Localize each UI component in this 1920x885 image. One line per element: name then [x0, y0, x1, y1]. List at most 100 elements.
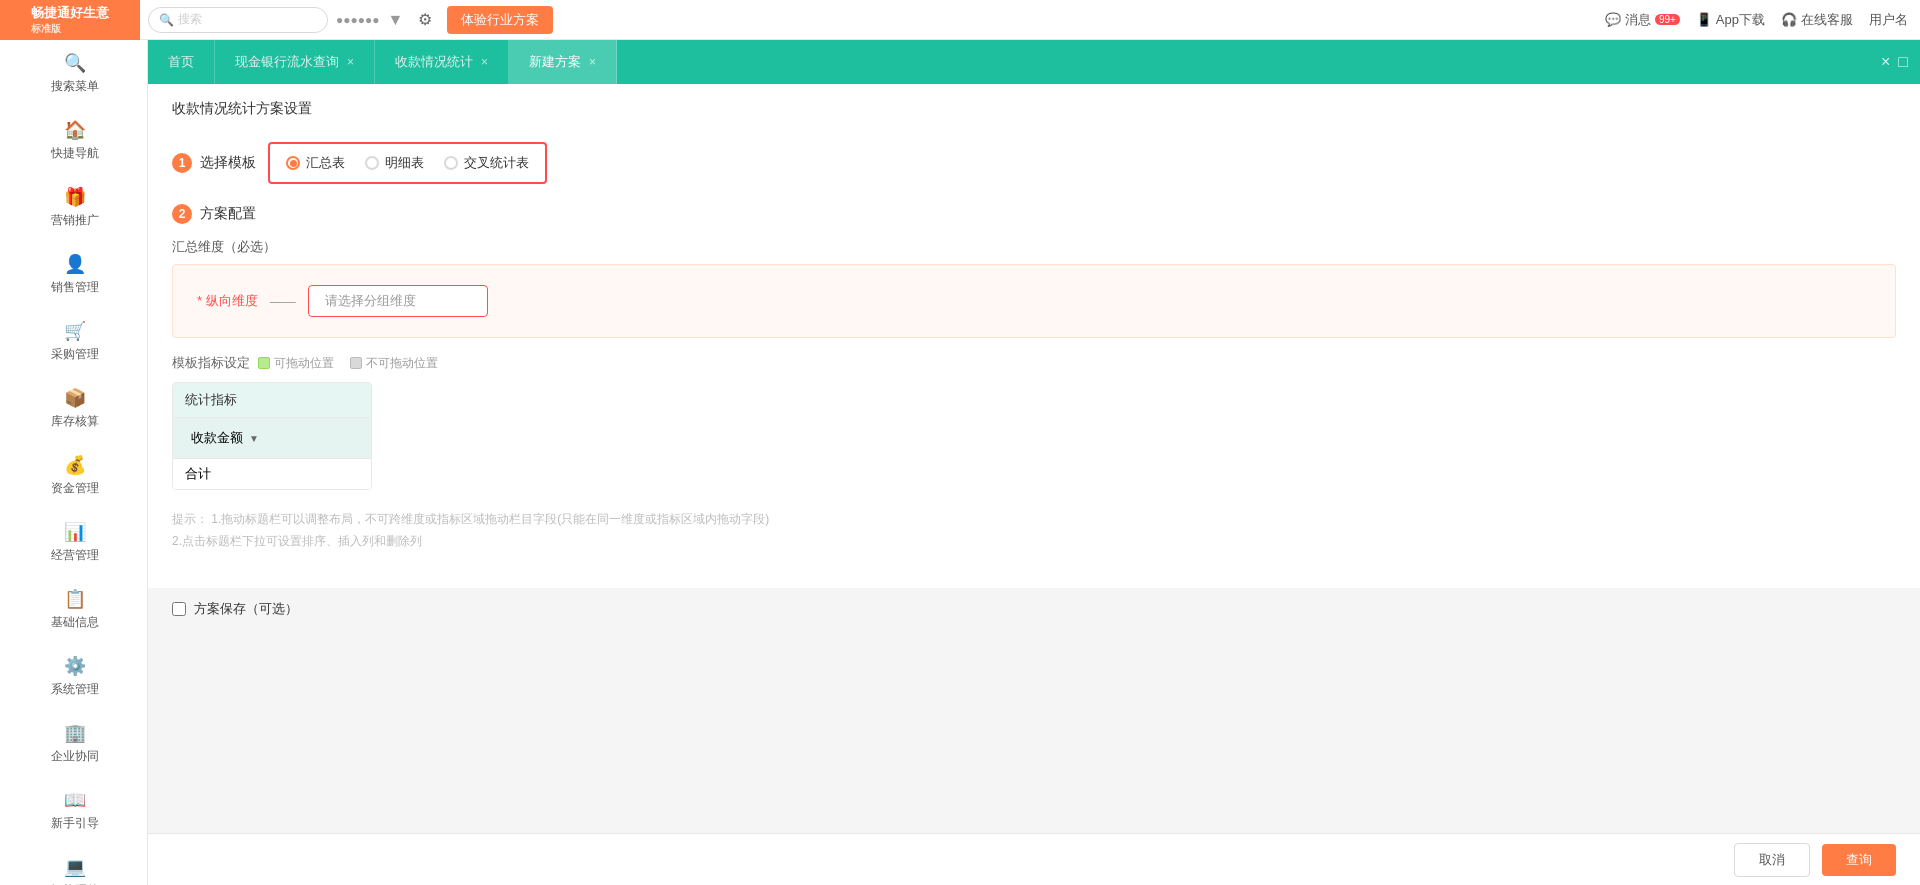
- summary-dimension-title: 汇总维度（必选）: [172, 238, 1896, 256]
- sidebar-item-inventory[interactable]: 📦 库存核算: [0, 375, 147, 442]
- query-button[interactable]: 查询: [1822, 844, 1896, 876]
- search-menu-icon: 🔍: [64, 52, 86, 74]
- section-scheme: 2 方案配置 汇总维度（必选） 纵向维度 —— 请选择分组维度: [172, 204, 1896, 552]
- metric-tag-label: 收款金额: [191, 429, 243, 447]
- dimension-area: 纵向维度 —— 请选择分组维度: [172, 264, 1896, 338]
- save-checkbox[interactable]: [172, 602, 186, 616]
- section1-title-row: 1 选择模板: [172, 153, 256, 173]
- dimension-input[interactable]: 请选择分组维度: [308, 285, 488, 317]
- content-area: 首页 现金银行流水查询 × 收款情况统计 × 新建方案 × × □ 收款情况统计…: [148, 40, 1920, 885]
- service-icon: 🎧: [1781, 12, 1797, 27]
- metric-tag[interactable]: 收款金额 ▼: [181, 424, 363, 452]
- sidebar-item-nav[interactable]: 🏠 快捷导航: [0, 107, 147, 174]
- user-icon: 👤: [64, 253, 86, 275]
- radio-summary[interactable]: 汇总表: [286, 154, 345, 172]
- sidebar-item-enterprise[interactable]: 🏢 企业协同: [0, 710, 147, 777]
- radio-cross-label: 交叉统计表: [464, 154, 529, 172]
- dropdown-icon[interactable]: ▼: [388, 11, 404, 29]
- download-btn[interactable]: 📱 App下载: [1696, 11, 1765, 29]
- message-label: 消息: [1625, 11, 1651, 29]
- section2-num: 2: [172, 204, 192, 224]
- hardware-icon: 💻: [64, 856, 86, 878]
- metric-total-row: 合计: [173, 458, 371, 489]
- tab-cashflow-label: 现金银行流水查询: [235, 53, 339, 71]
- service-btn[interactable]: 🎧 在线客服: [1781, 11, 1853, 29]
- hint-text-2: 2.点击标题栏下拉可设置排序、插入列和删除列: [172, 531, 1896, 553]
- sidebar-item-basic[interactable]: 📋 基础信息: [0, 576, 147, 643]
- save-section: 方案保存（可选）: [148, 588, 1920, 630]
- sidebar-item-system[interactable]: ⚙️ 系统管理: [0, 643, 147, 710]
- breadcrumb-nav: ●●●●●●: [336, 13, 380, 27]
- sidebar-item-label: 资金管理: [51, 480, 99, 497]
- metric-table: 统计指标 收款金额 ▼ 合计: [172, 382, 372, 490]
- section2-header: 2 方案配置: [172, 204, 1896, 224]
- sidebar-item-search[interactable]: 🔍 搜索菜单: [0, 40, 147, 107]
- radio-detail[interactable]: 明细表: [365, 154, 424, 172]
- radio-cross[interactable]: 交叉统计表: [444, 154, 529, 172]
- sidebar-item-label: 快捷导航: [51, 145, 99, 162]
- tab-collection-close[interactable]: ×: [481, 55, 488, 69]
- sidebar-item-label: 营销推广: [51, 212, 99, 229]
- tab-new-scheme[interactable]: 新建方案 ×: [509, 40, 617, 84]
- tab-close-window[interactable]: ×: [1881, 53, 1890, 71]
- metric-tag-row: 收款金额 ▼: [173, 418, 371, 458]
- service-label: 在线客服: [1801, 11, 1853, 29]
- non-draggable-legend: 不可拖动位置: [350, 355, 438, 372]
- box-icon: 📦: [64, 387, 86, 409]
- cancel-button[interactable]: 取消: [1734, 843, 1810, 877]
- sidebar-item-label: 企业协同: [51, 748, 99, 765]
- sidebar-item-purchase[interactable]: 🛒 采购管理: [0, 308, 147, 375]
- tab-actions: × □: [1881, 53, 1920, 71]
- gear-icon: ⚙️: [64, 655, 86, 677]
- top-right-actions: 💬 消息 99+ 📱 App下载 🎧 在线客服 用户名: [1605, 11, 1908, 29]
- sidebar-item-sales[interactable]: 👤 销售管理: [0, 241, 147, 308]
- metric-total-label: 合计: [185, 466, 211, 481]
- sidebar-item-finance[interactable]: 💰 资金管理: [0, 442, 147, 509]
- message-icon: 💬: [1605, 12, 1621, 27]
- message-btn[interactable]: 💬 消息 99+: [1605, 11, 1680, 29]
- sidebar-item-operation[interactable]: 📊 经营管理: [0, 509, 147, 576]
- clipboard-icon: 📋: [64, 588, 86, 610]
- metric-chevron-icon: ▼: [249, 433, 259, 444]
- section1-title: 选择模板: [200, 154, 256, 172]
- gift-icon: 🎁: [64, 186, 86, 208]
- app-version: 标准版: [31, 22, 109, 36]
- metric-header: 模板指标设定 可拖动位置 不可拖动位置: [172, 354, 1896, 372]
- drag-legend: 可拖动位置 不可拖动位置: [258, 355, 438, 372]
- sidebar-item-label: 系统管理: [51, 681, 99, 698]
- sidebar-item-label: 采购管理: [51, 346, 99, 363]
- settings-icon[interactable]: ⚙: [411, 6, 439, 34]
- book-icon: 📖: [64, 789, 86, 811]
- sidebar-item-marketing[interactable]: 🎁 营销推广: [0, 174, 147, 241]
- dimension-row: 纵向维度 —— 请选择分组维度: [197, 285, 1871, 317]
- tab-collection[interactable]: 收款情况统计 ×: [375, 40, 509, 84]
- metric-settings: 模板指标设定 可拖动位置 不可拖动位置: [172, 354, 1896, 493]
- footer-bar: 取消 查询: [148, 833, 1920, 885]
- dimension-arrow: ——: [270, 294, 296, 309]
- draggable-dot: [258, 357, 270, 369]
- download-label: App下载: [1716, 11, 1765, 29]
- sidebar-item-guide[interactable]: 📖 新手引导: [0, 777, 147, 844]
- app-name: 畅捷通好生意: [31, 4, 109, 22]
- search-box[interactable]: 🔍 搜索: [148, 7, 328, 33]
- tab-bar: 首页 现金银行流水查询 × 收款情况统计 × 新建方案 × × □: [148, 40, 1920, 84]
- page-title: 收款情况统计方案设置: [172, 100, 1896, 126]
- tab-cashflow[interactable]: 现金银行流水查询 ×: [215, 40, 375, 84]
- chart-icon: 📊: [64, 521, 86, 543]
- radio-detail-label: 明细表: [385, 154, 424, 172]
- form-container: 收款情况统计方案设置 1 选择模板 汇总表: [148, 84, 1920, 588]
- tab-home[interactable]: 首页: [148, 40, 215, 84]
- industry-btn[interactable]: 体验行业方案: [447, 6, 553, 34]
- top-bar: 畅捷通好生意 标准版 🔍 搜索 ●●●●●● ▼ ⚙ 体验行业方案 💬 消息 9…: [0, 0, 1920, 40]
- tab-maximize-window[interactable]: □: [1898, 53, 1908, 71]
- sidebar-item-label: 经营管理: [51, 547, 99, 564]
- vertical-dimension-label: 纵向维度: [197, 292, 258, 310]
- app-logo: 畅捷通好生意 标准版: [0, 0, 140, 40]
- radio-summary-circle: [286, 156, 300, 170]
- tab-new-scheme-close[interactable]: ×: [589, 55, 596, 69]
- tab-cashflow-close[interactable]: ×: [347, 55, 354, 69]
- user-name[interactable]: 用户名: [1869, 11, 1908, 29]
- section-template: 1 选择模板 汇总表 明细表: [172, 142, 1896, 184]
- section1-num: 1: [172, 153, 192, 173]
- sidebar-item-hardware[interactable]: 💻 智能硬件: [0, 844, 147, 885]
